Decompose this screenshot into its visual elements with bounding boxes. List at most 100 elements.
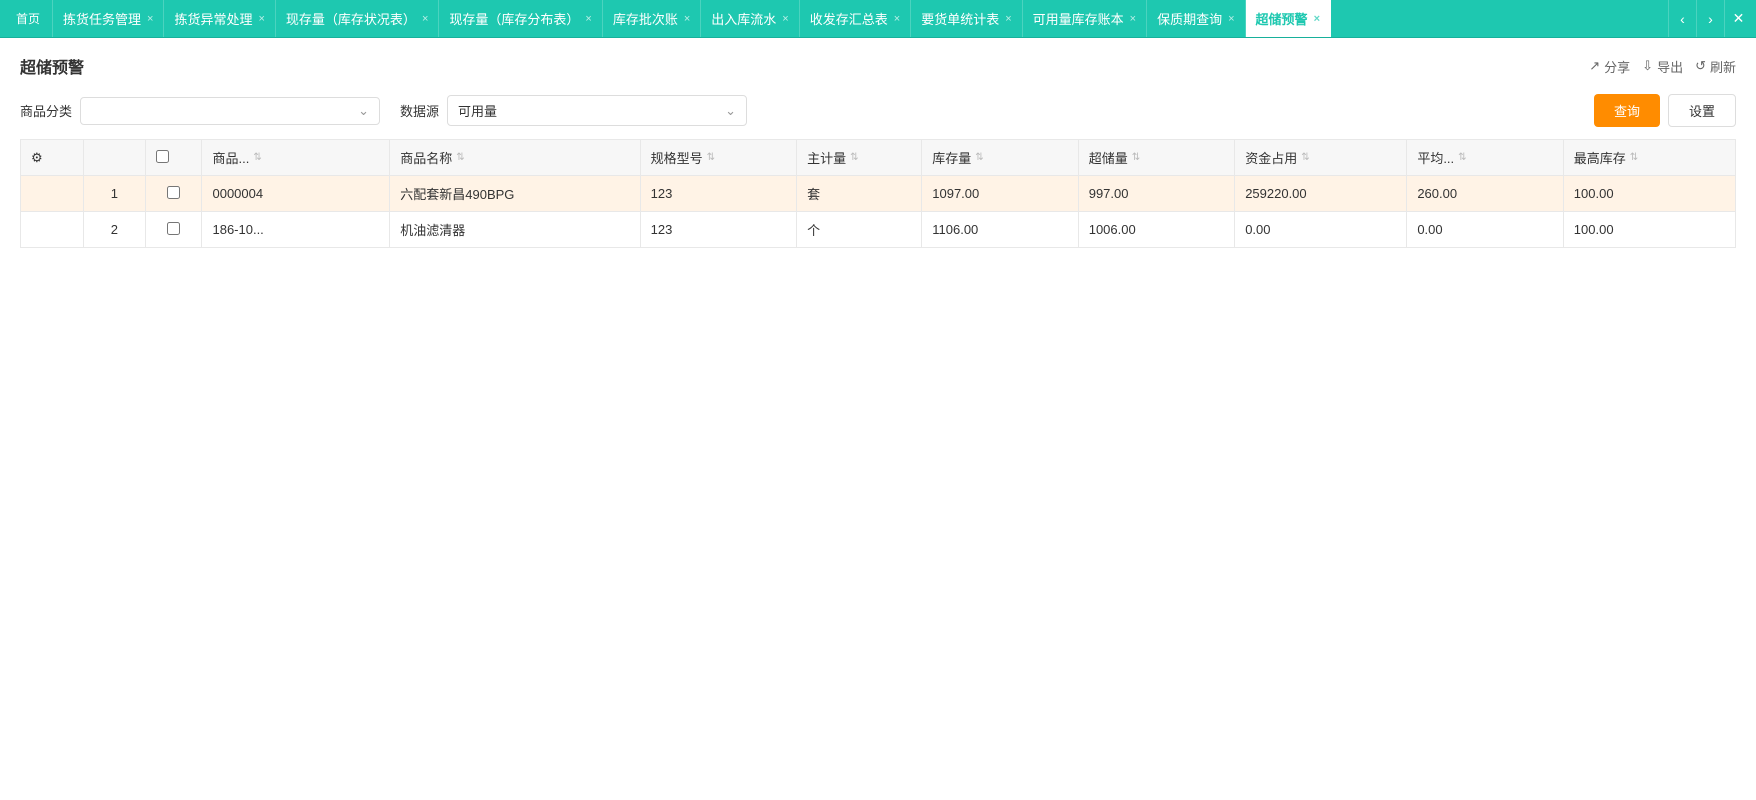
th-capital[interactable]: 资金占用 ⇅ bbox=[1235, 140, 1407, 176]
row-checkbox-cell[interactable] bbox=[146, 176, 202, 212]
th-num bbox=[83, 140, 146, 176]
nav-tab-exception-close[interactable]: × bbox=[258, 13, 264, 25]
th-overstock[interactable]: 超储量 ⇅ bbox=[1078, 140, 1234, 176]
nav-tab-batch[interactable]: 库存批次账 × bbox=[603, 0, 701, 38]
nav-next-btn[interactable]: › bbox=[1696, 0, 1724, 38]
th-name-sort-icon: ⇅ bbox=[456, 152, 464, 163]
th-avg-label: 平均... bbox=[1417, 148, 1454, 167]
th-overstock-label: 超储量 bbox=[1089, 148, 1128, 167]
gear-icon: ⚙ bbox=[31, 150, 43, 165]
nav-tab-batch-close[interactable]: × bbox=[684, 13, 690, 25]
nav-tab-expiry-close[interactable]: × bbox=[1228, 13, 1234, 25]
th-stock[interactable]: 库存量 ⇅ bbox=[922, 140, 1078, 176]
th-name-label: 商品名称 bbox=[400, 148, 452, 167]
th-code[interactable]: 商品... ⇅ bbox=[202, 140, 390, 176]
nav-tab-summary-close[interactable]: × bbox=[894, 13, 900, 25]
nav-tab-flow-label: 出入库流水 bbox=[711, 9, 776, 28]
nav-tab-expiry[interactable]: 保质期查询 × bbox=[1147, 0, 1245, 38]
nav-tab-summary[interactable]: 收发存汇总表 × bbox=[800, 0, 911, 38]
th-maxstock-label: 最高库存 bbox=[1574, 148, 1626, 167]
filter-row: 商品分类 ⌄ 数据源 可用量 ⌄ 查询 设置 bbox=[20, 94, 1736, 127]
row-code: 0000004 bbox=[202, 176, 390, 212]
nav-home[interactable]: 首页 bbox=[4, 0, 53, 38]
category-select[interactable]: ⌄ bbox=[80, 97, 380, 125]
datasource-label: 数据源 bbox=[400, 101, 439, 120]
nav-tab-exception[interactable]: 拣货异常处理 × bbox=[164, 0, 275, 38]
row-name: 六配套新昌490BPG bbox=[390, 176, 640, 212]
nav-tab-order-stat-label: 要货单统计表 bbox=[921, 9, 999, 28]
table-row: 2 186-10... 机油滤清器 123 个 1106.00 1006.00 … bbox=[21, 212, 1736, 248]
nav-tab-task[interactable]: 拣货任务管理 × bbox=[53, 0, 164, 38]
th-unit-sort-icon: ⇅ bbox=[850, 152, 858, 163]
th-avg[interactable]: 平均... ⇅ bbox=[1407, 140, 1563, 176]
nav-tab-stock-dist-close[interactable]: × bbox=[585, 13, 591, 25]
nav-tab-stock-dist-label: 现存量（库存分布表） bbox=[449, 9, 579, 28]
row-spec: 123 bbox=[640, 176, 796, 212]
table-header: ⚙ 商品... ⇅ 商品名称 ⇅ bbox=[21, 140, 1736, 176]
row-code: 186-10... bbox=[202, 212, 390, 248]
export-button[interactable]: ⇩ 导出 bbox=[1642, 57, 1683, 76]
row-name: 机油滤清器 bbox=[390, 212, 640, 248]
nav-tab-available-close[interactable]: × bbox=[1130, 13, 1136, 25]
share-button[interactable]: ↗ 分享 bbox=[1589, 57, 1630, 76]
nav-prev-btn[interactable]: ‹ bbox=[1668, 0, 1696, 38]
nav-tab-expiry-label: 保质期查询 bbox=[1157, 9, 1222, 28]
nav-tab-stock-dist[interactable]: 现存量（库存分布表） × bbox=[439, 0, 602, 38]
nav-tab-exception-label: 拣货异常处理 bbox=[174, 9, 252, 28]
nav-tab-batch-label: 库存批次账 bbox=[613, 9, 678, 28]
row-spec: 123 bbox=[640, 212, 796, 248]
refresh-button[interactable]: ↺ 刷新 bbox=[1695, 57, 1736, 76]
th-name[interactable]: 商品名称 ⇅ bbox=[390, 140, 640, 176]
header-actions: ↗ 分享 ⇩ 导出 ↺ 刷新 bbox=[1589, 57, 1736, 76]
row-checkbox-cell[interactable] bbox=[146, 212, 202, 248]
th-capital-sort-icon: ⇅ bbox=[1301, 152, 1309, 163]
th-unit-label: 主计量 bbox=[807, 148, 846, 167]
row-capital: 0.00 bbox=[1235, 212, 1407, 248]
nav-tab-stock-status-close[interactable]: × bbox=[422, 13, 428, 25]
th-settings[interactable]: ⚙ bbox=[21, 140, 84, 176]
row-num: 2 bbox=[83, 212, 146, 248]
row-capital: 259220.00 bbox=[1235, 176, 1407, 212]
nav-tab-task-label: 拣货任务管理 bbox=[63, 9, 141, 28]
category-label: 商品分类 bbox=[20, 101, 72, 120]
query-button[interactable]: 查询 bbox=[1594, 94, 1660, 127]
row-checkbox[interactable] bbox=[167, 186, 180, 199]
row-checkbox[interactable] bbox=[167, 222, 180, 235]
th-spec-sort-icon: ⇅ bbox=[707, 152, 715, 163]
nav-tab-order-stat[interactable]: 要货单统计表 × bbox=[911, 0, 1022, 38]
page-title: 超储预警 bbox=[20, 54, 84, 78]
nav-tab-overstock-close[interactable]: × bbox=[1314, 13, 1320, 25]
row-maxstock: 100.00 bbox=[1563, 176, 1735, 212]
th-spec[interactable]: 规格型号 ⇅ bbox=[640, 140, 796, 176]
table-body: 1 0000004 六配套新昌490BPG 123 套 1097.00 997.… bbox=[21, 176, 1736, 248]
filter-actions: 查询 设置 bbox=[1594, 94, 1736, 127]
nav-arrows: ‹ › ✕ bbox=[1668, 0, 1752, 38]
nav-tab-stock-status-label: 现存量（库存状况表） bbox=[286, 9, 416, 28]
th-checkbox[interactable] bbox=[146, 140, 202, 176]
export-icon: ⇩ bbox=[1642, 58, 1653, 74]
th-unit[interactable]: 主计量 ⇅ bbox=[797, 140, 922, 176]
nav-tab-available-label: 可用量库存账本 bbox=[1033, 9, 1124, 28]
row-gear-cell bbox=[21, 212, 84, 248]
nav-tab-stock-status[interactable]: 现存量（库存状况表） × bbox=[276, 0, 439, 38]
table-row: 1 0000004 六配套新昌490BPG 123 套 1097.00 997.… bbox=[21, 176, 1736, 212]
nav-tab-flow[interactable]: 出入库流水 × bbox=[701, 0, 799, 38]
th-maxstock[interactable]: 最高库存 ⇅ bbox=[1563, 140, 1735, 176]
category-chevron-icon: ⌄ bbox=[358, 103, 369, 119]
nav-close-all-btn[interactable]: ✕ bbox=[1724, 0, 1752, 38]
settings-button[interactable]: 设置 bbox=[1668, 94, 1736, 127]
select-all-checkbox[interactable] bbox=[156, 150, 169, 163]
th-overstock-sort-icon: ⇅ bbox=[1132, 152, 1140, 163]
th-code-label: 商品... bbox=[212, 148, 249, 167]
category-filter: 商品分类 ⌄ bbox=[20, 97, 380, 125]
nav-tab-flow-close[interactable]: × bbox=[782, 13, 788, 25]
nav-tab-summary-label: 收发存汇总表 bbox=[810, 9, 888, 28]
refresh-icon: ↺ bbox=[1695, 58, 1706, 74]
datasource-select[interactable]: 可用量 ⌄ bbox=[447, 95, 747, 126]
nav-tab-available[interactable]: 可用量库存账本 × bbox=[1023, 0, 1147, 38]
nav-tab-overstock-label: 超储预警 bbox=[1256, 9, 1308, 28]
nav-tab-task-close[interactable]: × bbox=[147, 13, 153, 25]
nav-tab-overstock[interactable]: 超储预警 × bbox=[1246, 0, 1331, 38]
row-unit: 个 bbox=[797, 212, 922, 248]
nav-tab-order-stat-close[interactable]: × bbox=[1005, 13, 1011, 25]
